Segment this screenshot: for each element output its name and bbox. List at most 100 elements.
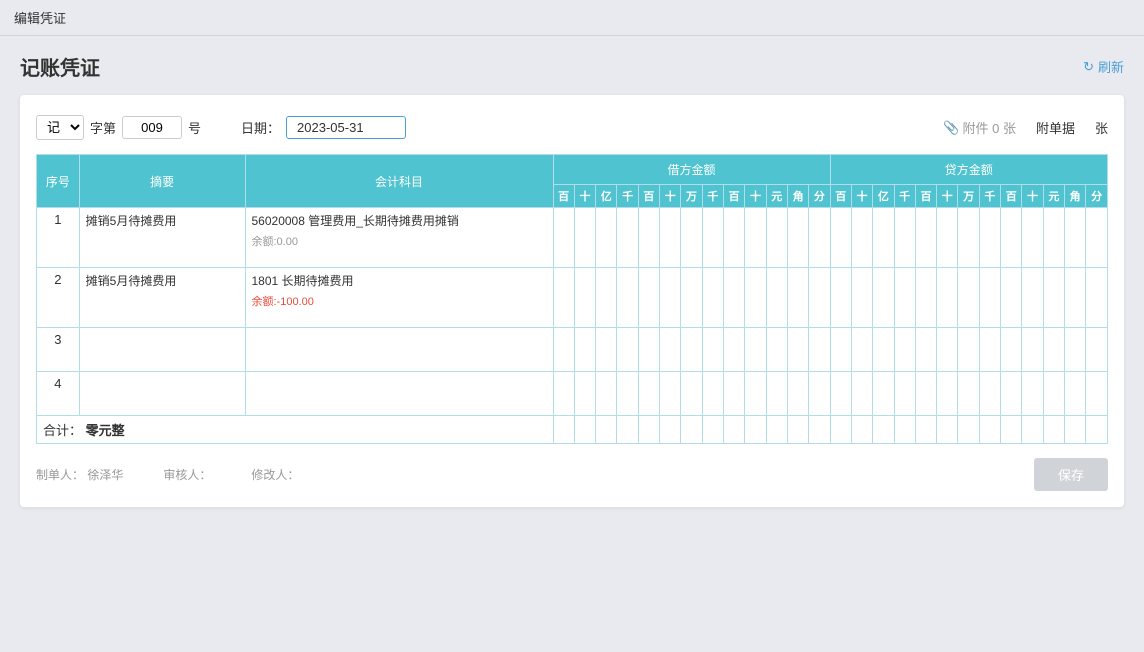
th-c-shi1: 十 [851, 185, 872, 208]
account-1[interactable]: 56020008 管理费用_长期待摊费用摊销 余额:0.00 [245, 208, 553, 268]
d2-10[interactable] [745, 268, 766, 328]
d1-11[interactable] [766, 208, 787, 268]
refresh-button[interactable]: ↻ 刷新 [1083, 57, 1124, 76]
c2-11[interactable] [1043, 268, 1064, 328]
c2-1[interactable] [830, 268, 851, 328]
c2-8[interactable] [979, 268, 1000, 328]
d2-13[interactable] [809, 268, 830, 328]
th-c-qian1: 千 [894, 185, 915, 208]
c2-2[interactable] [851, 268, 872, 328]
c2-12[interactable] [1065, 268, 1086, 328]
d1-12[interactable] [787, 208, 808, 268]
total-label-cell: 合计： 零元整 [37, 416, 554, 444]
summary-4[interactable] [79, 372, 245, 416]
c2-3[interactable] [873, 268, 894, 328]
th-d-jiao1: 角 [787, 185, 808, 208]
d1-6[interactable] [660, 208, 681, 268]
summary-2[interactable]: 摊销5月待摊费用 [79, 268, 245, 328]
date-input[interactable] [286, 116, 406, 139]
d2-2[interactable] [574, 268, 595, 328]
d1-9[interactable] [724, 208, 745, 268]
th-c-qian2: 千 [979, 185, 1000, 208]
attachment-link[interactable]: 📎 附件 0 张 [943, 118, 1016, 137]
refresh-icon: ↻ [1083, 59, 1094, 75]
page-title: 记账凭证 [20, 52, 100, 81]
voucher-table-container: 序号 摘要 会计科目 借方金额 贷方金额 百 十 亿 千 百 十 [36, 154, 1108, 444]
d1-2[interactable] [574, 208, 595, 268]
total-label: 合计： [43, 423, 82, 438]
summary-3[interactable] [79, 328, 245, 372]
d1-4[interactable] [617, 208, 638, 268]
voucher-number-input[interactable] [122, 116, 182, 139]
th-d-bai2: 百 [638, 185, 659, 208]
th-c-bai2: 百 [915, 185, 936, 208]
c2-13[interactable] [1086, 268, 1108, 328]
th-d-shi2: 十 [660, 185, 681, 208]
d1-5[interactable] [638, 208, 659, 268]
c2-6[interactable] [937, 268, 958, 328]
th-c-fen1: 分 [1086, 185, 1108, 208]
th-d-shi1: 十 [574, 185, 595, 208]
d1-10[interactable] [745, 208, 766, 268]
d2-5[interactable] [638, 268, 659, 328]
th-credit: 贷方金额 [830, 155, 1107, 185]
page-header: 记账凭证 ↻ 刷新 [20, 52, 1124, 81]
c1-3[interactable] [873, 208, 894, 268]
c1-2[interactable] [851, 208, 872, 268]
d1-7[interactable] [681, 208, 702, 268]
th-d-wan1: 万 [681, 185, 702, 208]
footer-fields: 制单人： 徐泽华 审核人： 修改人： [36, 466, 299, 483]
c1-4[interactable] [894, 208, 915, 268]
account-4[interactable] [245, 372, 553, 416]
d2-4[interactable] [617, 268, 638, 328]
summary-1[interactable]: 摊销5月待摊费用 [79, 208, 245, 268]
c1-5[interactable] [915, 208, 936, 268]
th-c-shi2: 十 [937, 185, 958, 208]
c1-8[interactable] [979, 208, 1000, 268]
c1-13[interactable] [1086, 208, 1108, 268]
form-row: 记 字第 号 日期： 📎 附件 0 张 附单据 张 [36, 115, 1108, 140]
single-receipt-label[interactable]: 附单据 [1036, 118, 1075, 137]
account-3[interactable] [245, 328, 553, 372]
c2-7[interactable] [958, 268, 979, 328]
d1-13[interactable] [809, 208, 830, 268]
th-d-yuan1: 元 [766, 185, 787, 208]
seq-3: 3 [37, 328, 80, 372]
voucher-type-select[interactable]: 记 [36, 115, 84, 140]
total-row: 合计： 零元整 [37, 416, 1108, 444]
seq-1: 1 [37, 208, 80, 268]
c1-6[interactable] [937, 208, 958, 268]
d2-11[interactable] [766, 268, 787, 328]
voucher-type-group: 记 字第 号 [36, 115, 201, 140]
d2-9[interactable] [724, 268, 745, 328]
d2-3[interactable] [596, 268, 617, 328]
th-c-yuan1: 元 [1043, 185, 1064, 208]
right-actions: 📎 附件 0 张 附单据 张 [943, 118, 1108, 137]
c2-4[interactable] [894, 268, 915, 328]
th-d-qian2: 千 [702, 185, 723, 208]
c1-7[interactable] [958, 208, 979, 268]
c1-1[interactable] [830, 208, 851, 268]
d1-1[interactable] [553, 208, 574, 268]
c1-9[interactable] [1001, 208, 1022, 268]
d1-8[interactable] [702, 208, 723, 268]
table-row: 4 [37, 372, 1108, 416]
window-title: 编辑凭证 [14, 11, 66, 26]
c2-10[interactable] [1022, 268, 1043, 328]
c1-11[interactable] [1043, 208, 1064, 268]
c2-9[interactable] [1001, 268, 1022, 328]
d2-12[interactable] [787, 268, 808, 328]
c1-12[interactable] [1065, 208, 1086, 268]
c2-5[interactable] [915, 268, 936, 328]
d1-3[interactable] [596, 208, 617, 268]
c1-10[interactable] [1022, 208, 1043, 268]
zhang-label: 张 [1095, 118, 1108, 137]
number-suffix: 号 [188, 118, 201, 137]
d2-6[interactable] [660, 268, 681, 328]
attachment-label: 附件 0 张 [963, 118, 1016, 137]
save-button[interactable]: 保存 [1034, 458, 1108, 491]
d2-8[interactable] [702, 268, 723, 328]
d2-1[interactable] [553, 268, 574, 328]
d2-7[interactable] [681, 268, 702, 328]
account-2[interactable]: 1801 长期待摊费用 余额:-100.00 [245, 268, 553, 328]
